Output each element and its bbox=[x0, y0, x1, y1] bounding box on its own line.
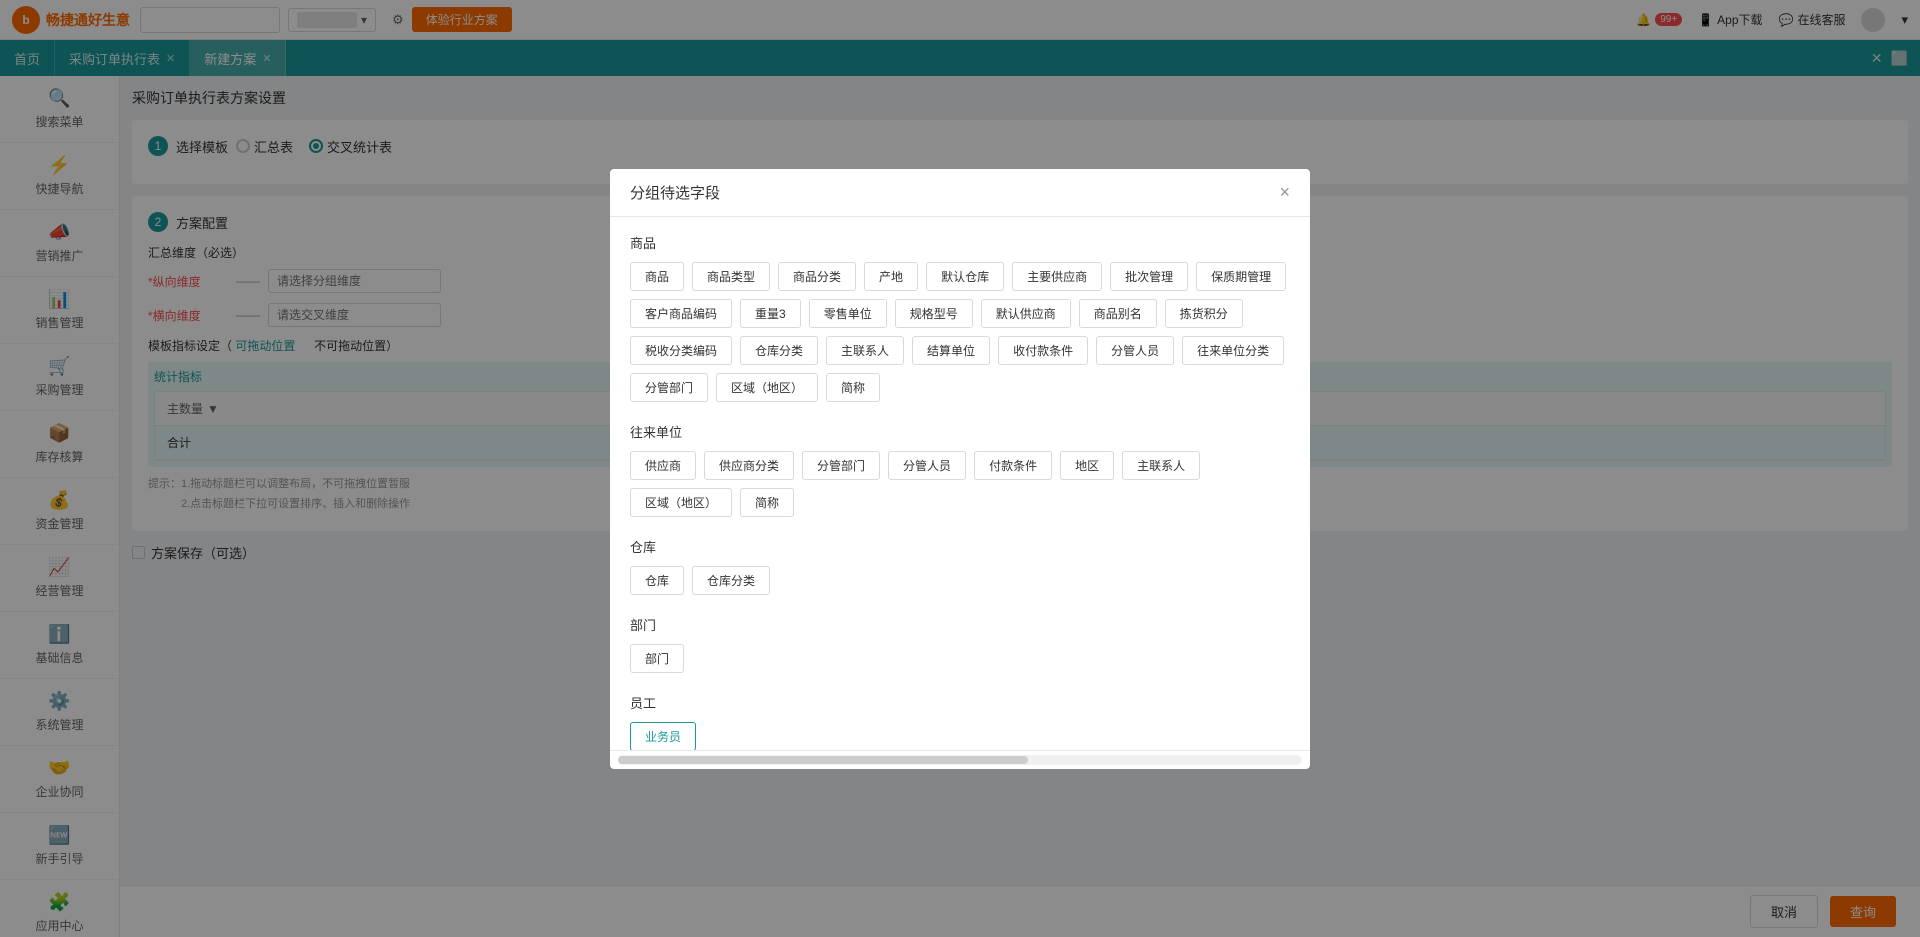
field-tag-tax-code[interactable]: 税收分类编码 bbox=[630, 336, 732, 365]
field-tag-main-supplier[interactable]: 主要供应商 bbox=[1012, 262, 1102, 291]
employee-field-tags: 业务员 bbox=[630, 722, 1290, 750]
section-employee: 员工 业务员 bbox=[630, 693, 1290, 750]
field-tag-region[interactable]: 区域（地区） bbox=[716, 373, 818, 402]
scrollbar-thumb bbox=[618, 756, 1028, 764]
field-tag-dept[interactable]: 分管部门 bbox=[630, 373, 708, 402]
field-tag-partner-dept[interactable]: 分管部门 bbox=[802, 451, 880, 480]
field-tag-department[interactable]: 部门 bbox=[630, 644, 684, 673]
field-tag-main-contact[interactable]: 主联系人 bbox=[826, 336, 904, 365]
section-partner: 往来单位 供应商 供应商分类 分管部门 分管人员 付款条件 地区 主联系人 区域… bbox=[630, 422, 1290, 517]
horizontal-scrollbar[interactable] bbox=[618, 755, 1302, 765]
section-department: 部门 部门 bbox=[630, 615, 1290, 673]
section-warehouse-title: 仓库 bbox=[630, 537, 1290, 556]
field-tag-goods-alias[interactable]: 商品别名 bbox=[1079, 299, 1157, 328]
partner-field-tags: 供应商 供应商分类 分管部门 分管人员 付款条件 地区 主联系人 区域（地区） … bbox=[630, 451, 1290, 517]
section-goods: 商品 商品 商品类型 商品分类 产地 默认仓库 主要供应商 批次管理 保质期管理… bbox=[630, 233, 1290, 402]
field-tag-batch-mgmt[interactable]: 批次管理 bbox=[1110, 262, 1188, 291]
field-tag-goods[interactable]: 商品 bbox=[630, 262, 684, 291]
section-partner-title: 往来单位 bbox=[630, 422, 1290, 441]
department-field-tags: 部门 bbox=[630, 644, 1290, 673]
field-tag-abbr[interactable]: 简称 bbox=[826, 373, 880, 402]
field-tag-goods-category[interactable]: 商品分类 bbox=[778, 262, 856, 291]
field-tag-warehouse-category[interactable]: 仓库分类 bbox=[740, 336, 818, 365]
field-tag-abbr2[interactable]: 简称 bbox=[740, 488, 794, 517]
field-tag-payment-condition[interactable]: 收付款条件 bbox=[998, 336, 1088, 365]
field-tag-settlement-unit[interactable]: 结算单位 bbox=[912, 336, 990, 365]
field-tag-partner-category[interactable]: 往来单位分类 bbox=[1182, 336, 1284, 365]
field-tag-default-supplier[interactable]: 默认供应商 bbox=[981, 299, 1071, 328]
modal-title: 分组待选字段 bbox=[630, 182, 720, 203]
field-tag-spec[interactable]: 规格型号 bbox=[895, 299, 973, 328]
field-tag-weight3[interactable]: 重量3 bbox=[740, 299, 801, 328]
field-tag-retail-unit[interactable]: 零售单位 bbox=[809, 299, 887, 328]
field-tag-shelf-life[interactable]: 保质期管理 bbox=[1196, 262, 1286, 291]
modal: 分组待选字段 × 商品 商品 商品类型 商品分类 产地 默认仓库 主要供应商 批… bbox=[610, 169, 1310, 769]
field-tag-manager[interactable]: 分管人员 bbox=[1096, 336, 1174, 365]
modal-overlay: 分组待选字段 × 商品 商品 商品类型 商品分类 产地 默认仓库 主要供应商 批… bbox=[0, 0, 1920, 937]
field-tag-main-contact2[interactable]: 主联系人 bbox=[1122, 451, 1200, 480]
field-tag-salesperson[interactable]: 业务员 bbox=[630, 722, 696, 750]
modal-body: 商品 商品 商品类型 商品分类 产地 默认仓库 主要供应商 批次管理 保质期管理… bbox=[610, 217, 1310, 750]
field-tag-partner-manager[interactable]: 分管人员 bbox=[888, 451, 966, 480]
field-tag-supplier[interactable]: 供应商 bbox=[630, 451, 696, 480]
section-goods-title: 商品 bbox=[630, 233, 1290, 252]
field-tag-payment-terms[interactable]: 付款条件 bbox=[974, 451, 1052, 480]
field-tag-default-warehouse[interactable]: 默认仓库 bbox=[926, 262, 1004, 291]
field-tag-supplier-category[interactable]: 供应商分类 bbox=[704, 451, 794, 480]
section-warehouse: 仓库 仓库 仓库分类 bbox=[630, 537, 1290, 595]
modal-scrollbar-area bbox=[610, 750, 1310, 769]
field-tag-goods-type[interactable]: 商品类型 bbox=[692, 262, 770, 291]
modal-close-button[interactable]: × bbox=[1279, 182, 1290, 203]
field-tag-origin[interactable]: 产地 bbox=[864, 262, 918, 291]
field-tag-customer-code[interactable]: 客户商品编码 bbox=[630, 299, 732, 328]
field-tag-pick-points[interactable]: 拣货积分 bbox=[1165, 299, 1243, 328]
modal-header: 分组待选字段 × bbox=[610, 169, 1310, 217]
field-tag-region2[interactable]: 区域（地区） bbox=[630, 488, 732, 517]
field-tag-warehouse[interactable]: 仓库 bbox=[630, 566, 684, 595]
section-employee-title: 员工 bbox=[630, 693, 1290, 712]
field-tag-warehouse-cat[interactable]: 仓库分类 bbox=[692, 566, 770, 595]
goods-field-tags: 商品 商品类型 商品分类 产地 默认仓库 主要供应商 批次管理 保质期管理 客户… bbox=[630, 262, 1290, 402]
warehouse-field-tags: 仓库 仓库分类 bbox=[630, 566, 1290, 595]
field-tag-area[interactable]: 地区 bbox=[1060, 451, 1114, 480]
section-department-title: 部门 bbox=[630, 615, 1290, 634]
